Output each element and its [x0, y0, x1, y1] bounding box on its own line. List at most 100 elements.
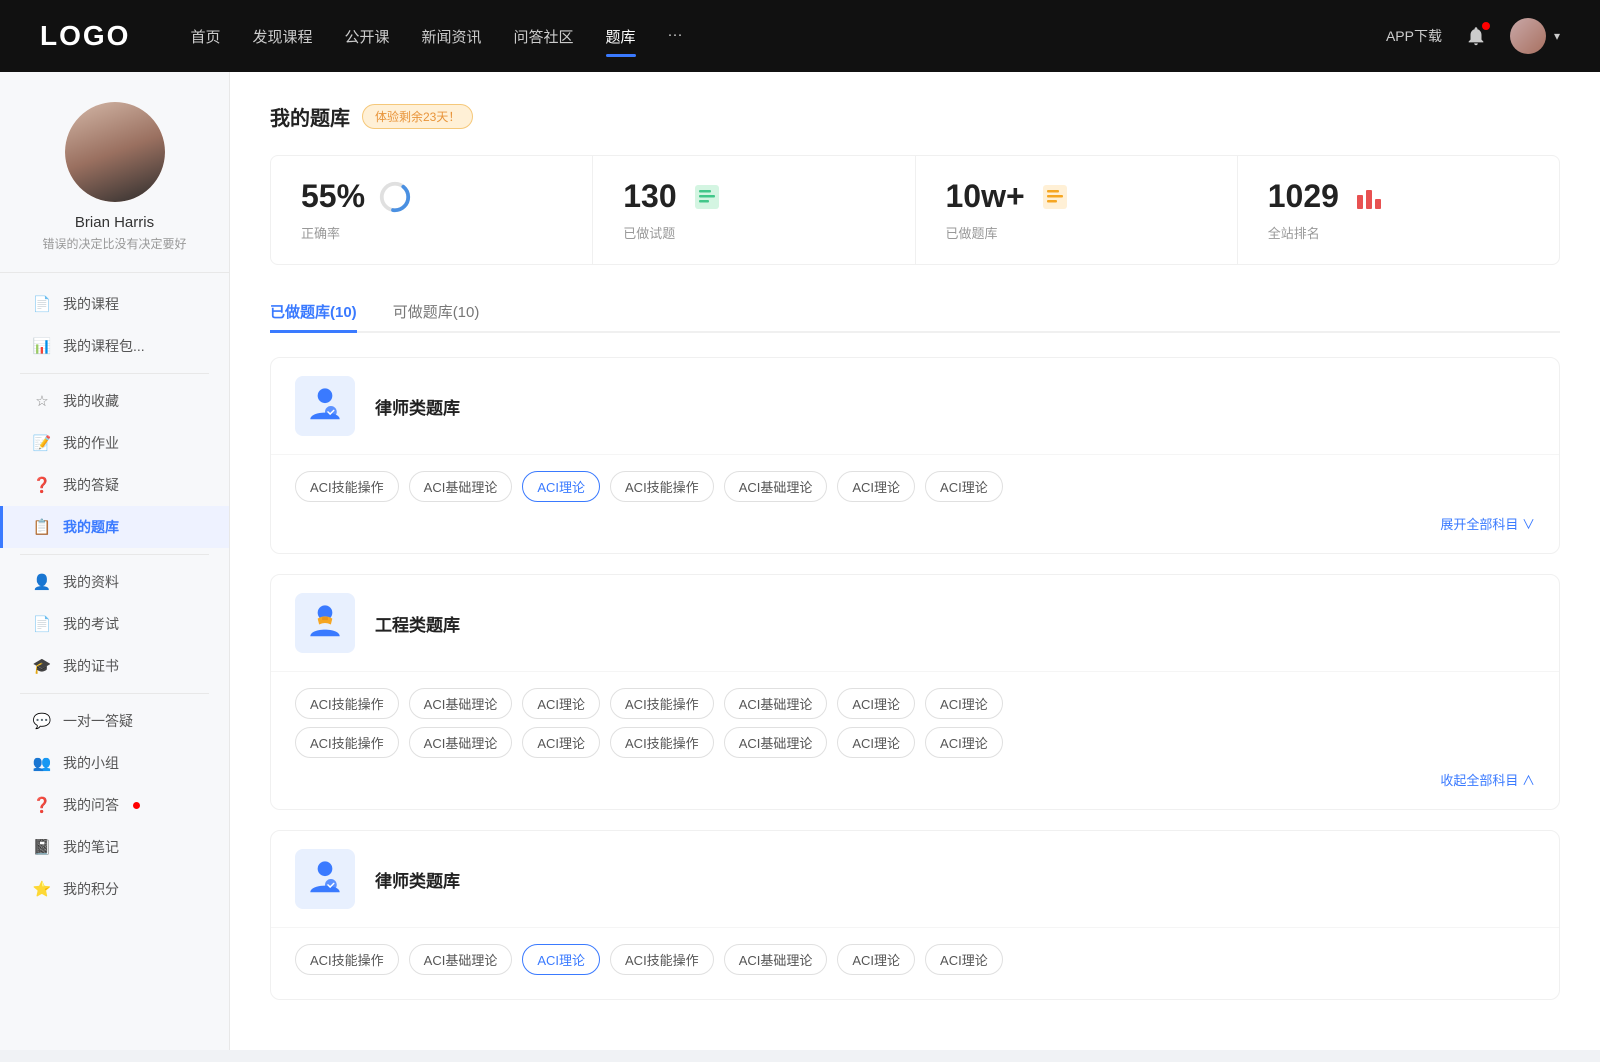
tag[interactable]: ACI理论 — [837, 688, 915, 719]
notification-badge — [1482, 22, 1490, 30]
expand-link-1[interactable]: 展开全部科目 ∨ — [295, 510, 1535, 537]
bank-card-1-header: 律师类题库 — [271, 358, 1559, 455]
sidebar-item-my-bank[interactable]: 📋 我的题库 — [0, 506, 229, 548]
bank-card-1: 律师类题库 ACI技能操作 ACI基础理论 ACI理论 ACI技能操作 ACI基… — [270, 357, 1560, 554]
tag[interactable]: ACI基础理论 — [409, 471, 513, 502]
tag[interactable]: ACI技能操作 — [610, 471, 714, 502]
tag[interactable]: ACI基础理论 — [724, 727, 828, 758]
sidebar-item-my-qa[interactable]: ❓ 我的答疑 — [0, 464, 229, 506]
sidebar: Brian Harris 错误的决定比没有决定要好 📄 我的课程 📊 我的课程包… — [0, 72, 230, 1050]
tag[interactable]: ACI技能操作 — [295, 688, 399, 719]
bank-card-3-header: 律师类题库 — [271, 831, 1559, 928]
profile-avatar — [65, 102, 165, 202]
donut-chart-icon — [377, 179, 413, 215]
sidebar-item-my-data[interactable]: 👤 我的资料 — [0, 561, 229, 603]
tag[interactable]: ACI理论 — [837, 727, 915, 758]
tag[interactable]: ACI理论 — [925, 727, 1003, 758]
tag[interactable]: ACI基础理论 — [724, 688, 828, 719]
bank-2-tags-row2: ACI技能操作 ACI基础理论 ACI理论 ACI技能操作 ACI基础理论 AC… — [295, 727, 1535, 758]
nav-qa[interactable]: 问答社区 — [514, 22, 574, 51]
sidebar-divider-2 — [20, 554, 209, 555]
sidebar-item-my-course-pkg[interactable]: 📊 我的课程包... — [0, 325, 229, 367]
profile-name: Brian Harris — [75, 214, 154, 231]
sidebar-item-one-on-one[interactable]: 💬 一对一答疑 — [0, 700, 229, 742]
tab-done-banks[interactable]: 已做题库(10) — [270, 293, 357, 333]
sidebar-item-my-notes[interactable]: 📓 我的笔记 — [0, 826, 229, 868]
bank-2-tags-row1: ACI技能操作 ACI基础理论 ACI理论 ACI技能操作 ACI基础理论 AC… — [295, 688, 1535, 719]
group-icon: 👥 — [33, 754, 51, 772]
sidebar-item-label: 我的考试 — [63, 614, 119, 634]
nav-open-course[interactable]: 公开课 — [344, 22, 389, 51]
tag[interactable]: ACI基础理论 — [409, 727, 513, 758]
sidebar-item-my-questions[interactable]: ❓ 我的问答 — [0, 784, 229, 826]
sidebar-item-label: 我的小组 — [63, 753, 119, 773]
sidebar-item-my-group[interactable]: 👥 我的小组 — [0, 742, 229, 784]
bank-3-tags: ACI技能操作 ACI基础理论 ACI理论 ACI技能操作 ACI基础理论 AC… — [295, 944, 1535, 975]
sidebar-item-my-cert[interactable]: 🎓 我的证书 — [0, 645, 229, 687]
sidebar-item-my-exam[interactable]: 📄 我的考试 — [0, 603, 229, 645]
user-avatar-area[interactable]: ▾ — [1510, 18, 1560, 54]
bank-1-tags: ACI技能操作 ACI基础理论 ACI理论 ACI技能操作 ACI基础理论 AC… — [295, 471, 1535, 502]
tag[interactable]: ACI技能操作 — [295, 727, 399, 758]
tag[interactable]: ACI技能操作 — [295, 944, 399, 975]
sidebar-divider-3 — [20, 693, 209, 694]
data-icon: 👤 — [33, 573, 51, 591]
tag[interactable]: ACI基础理论 — [724, 471, 828, 502]
tag[interactable]: ACI理论 — [837, 471, 915, 502]
cert-icon: 🎓 — [33, 657, 51, 675]
bank-icon: 📋 — [33, 518, 51, 536]
nav-news[interactable]: 新闻资讯 — [422, 22, 482, 51]
tag[interactable]: ACI基础理论 — [409, 944, 513, 975]
tag[interactable]: ACI理论 — [925, 944, 1003, 975]
sidebar-item-label: 我的收藏 — [63, 391, 119, 411]
stat-rank-label: 全站排名 — [1268, 223, 1529, 242]
question-badge — [133, 802, 140, 809]
nav-home[interactable]: 首页 — [190, 22, 220, 51]
tag[interactable]: ACI技能操作 — [610, 944, 714, 975]
nav-more[interactable]: ··· — [668, 22, 683, 51]
stat-rank-value: 1029 — [1268, 178, 1339, 215]
tag[interactable]: ACI技能操作 — [295, 471, 399, 502]
tab-available-banks[interactable]: 可做题库(10) — [393, 293, 480, 333]
stat-done-b-value: 10w+ — [946, 178, 1025, 215]
sidebar-item-label: 我的笔记 — [63, 837, 119, 857]
course-icon: 📄 — [33, 295, 51, 313]
trial-badge: 体验剩余23天！ — [362, 104, 473, 129]
tag[interactable]: ACI基础理论 — [409, 688, 513, 719]
tag[interactable]: ACI理论 — [837, 944, 915, 975]
sidebar-item-my-course[interactable]: 📄 我的课程 — [0, 283, 229, 325]
sidebar-item-my-favorite[interactable]: ☆ 我的收藏 — [0, 380, 229, 422]
logo: LOGO — [40, 20, 130, 52]
avatar — [1510, 18, 1546, 54]
collapse-link-2[interactable]: 收起全部科目 ∧ — [295, 766, 1535, 793]
sidebar-item-my-homework[interactable]: 📝 我的作业 — [0, 422, 229, 464]
notes-icon: 📓 — [33, 838, 51, 856]
navbar: LOGO 首页 发现课程 公开课 新闻资讯 问答社区 题库 ··· APP下载 … — [0, 0, 1600, 72]
sidebar-item-my-points[interactable]: ⭐ 我的积分 — [0, 868, 229, 910]
page-header: 我的题库 体验剩余23天！ — [270, 102, 1560, 131]
tag-active[interactable]: ACI理论 — [522, 944, 600, 975]
chevron-down-icon: ▾ — [1554, 29, 1560, 43]
tag[interactable]: ACI基础理论 — [724, 944, 828, 975]
bank-card-3: 律师类题库 ACI技能操作 ACI基础理论 ACI理论 ACI技能操作 ACI基… — [270, 830, 1560, 1000]
tag[interactable]: ACI理论 — [522, 688, 600, 719]
stat-accuracy: 55% 正确率 — [271, 156, 593, 264]
profile-section: Brian Harris 错误的决定比没有决定要好 — [0, 102, 229, 273]
notification-bell[interactable] — [1462, 22, 1490, 50]
nav-bank[interactable]: 题库 — [606, 22, 636, 51]
sidebar-item-label: 我的题库 — [63, 517, 119, 537]
sidebar-item-label: 我的课程包... — [63, 336, 145, 356]
sidebar-item-label: 我的作业 — [63, 433, 119, 453]
tag[interactable]: ACI理论 — [925, 688, 1003, 719]
nav-discover[interactable]: 发现课程 — [252, 22, 312, 51]
exam-icon: 📄 — [33, 615, 51, 633]
tag[interactable]: ACI技能操作 — [610, 688, 714, 719]
tag[interactable]: ACI理论 — [522, 727, 600, 758]
tag[interactable]: ACI理论 — [925, 471, 1003, 502]
sidebar-item-label: 我的证书 — [63, 656, 119, 676]
homework-icon: 📝 — [33, 434, 51, 452]
app-download-button[interactable]: APP下载 — [1386, 26, 1442, 46]
tag-active[interactable]: ACI理论 — [522, 471, 600, 502]
bank-3-name: 律师类题库 — [375, 867, 460, 892]
tag[interactable]: ACI技能操作 — [610, 727, 714, 758]
